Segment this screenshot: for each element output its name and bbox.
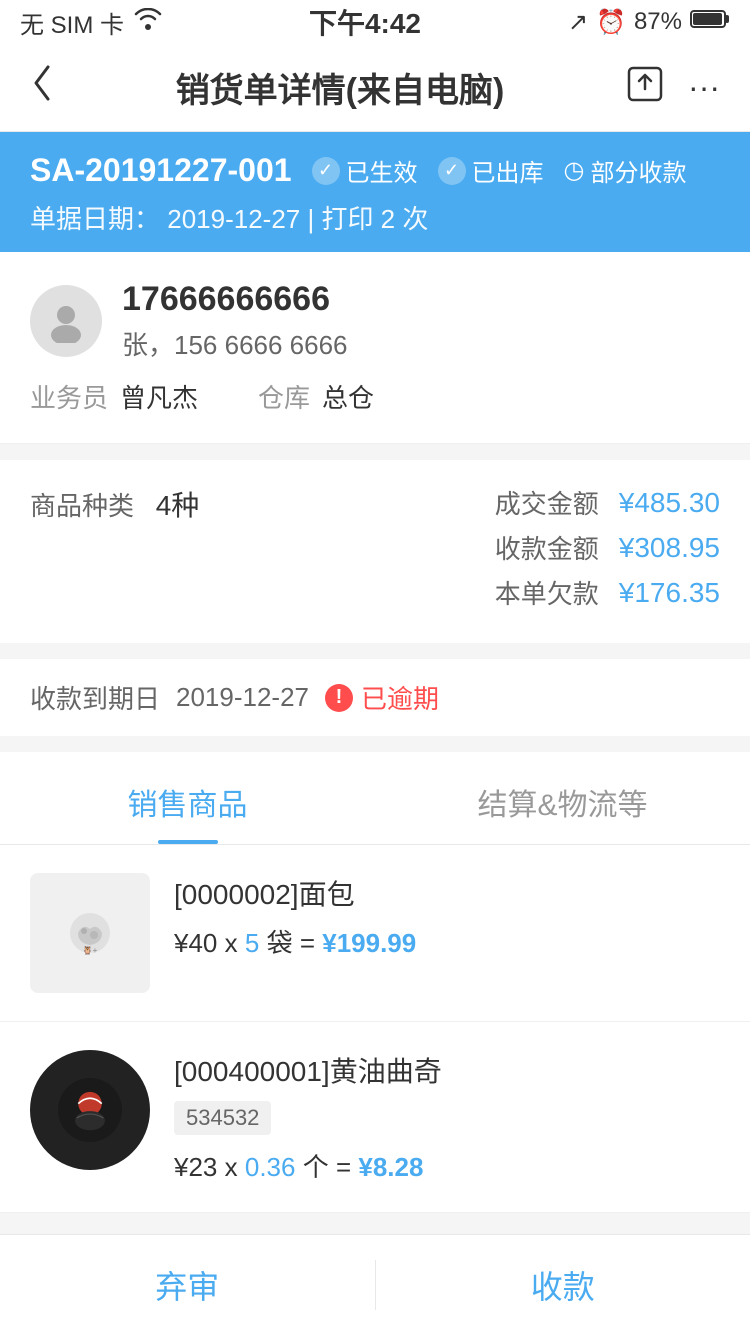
tab-sales-products[interactable]: 销售商品 [0, 752, 375, 844]
back-button[interactable] [30, 63, 54, 112]
stats-left: 商品种类 4种 [30, 484, 199, 524]
receive-amount-value: ¥308.95 [619, 532, 720, 564]
confirm-button[interactable]: 收款 [376, 1235, 750, 1334]
badge-partial: 部分收款 [564, 153, 687, 188]
trans-amount-row: 成交金额 ¥485.30 [495, 484, 720, 521]
list-item: 🦉+ [0000002]面包 ¥40 x 5 袋 = ¥199.99 [0, 845, 750, 1022]
receive-amount-row: 收款金额 ¥308.95 [495, 529, 720, 566]
order-header-banner: SA-20191227-001 已生效 已出库 部分收款 单据日期： 2019-… [0, 132, 750, 252]
product-price-2: ¥23 x 0.36 个 = ¥8.28 [174, 1147, 720, 1184]
nav-actions: ··· [626, 65, 720, 110]
customer-meta: 业务员 曾凡杰 仓库 总仓 [30, 378, 720, 415]
tab-settlement-label: 结算&物流等 [477, 789, 647, 822]
salesperson-item: 业务员 曾凡杰 [30, 378, 198, 415]
owed-amount-value: ¥176.35 [619, 577, 720, 609]
badge-effective: 已生效 [312, 153, 418, 188]
tabs-container: 销售商品 结算&物流等 [0, 752, 750, 845]
cancel-button[interactable]: 弃审 [0, 1235, 375, 1334]
customer-section: 17666666666 张，156 6666 6666 业务员 曾凡杰 仓库 总… [0, 252, 750, 444]
product-image-1: 🦉+ [30, 873, 150, 993]
owed-amount-row: 本单欠款 ¥176.35 [495, 574, 720, 611]
warehouse-value: 总仓 [322, 378, 374, 415]
product-list: 🦉+ [0000002]面包 ¥40 x 5 袋 = ¥199.99 [0, 845, 750, 1213]
status-bar: 无 SIM 卡 下午4:42 ↗ ⏰ 87% [0, 0, 750, 44]
doc-date-row: 单据日期： 2019-12-27 | 打印 2 次 [30, 199, 720, 236]
product-info-2: [000400001]黄油曲奇 534532 ¥23 x 0.36 个 = ¥8… [174, 1050, 720, 1184]
product-image-2 [30, 1050, 150, 1170]
status-time: 下午4:42 [309, 2, 421, 42]
trans-amount-value: ¥485.30 [619, 487, 720, 519]
overdue-badge: ! 已逾期 [325, 679, 439, 716]
warehouse-label: 仓库 [258, 378, 310, 415]
product-price-1: ¥40 x 5 袋 = ¥199.99 [174, 923, 720, 960]
tab-sales-label: 销售商品 [128, 789, 248, 822]
wifi-icon [134, 8, 162, 37]
customer-info: 17666666666 张，156 6666 6666 [122, 280, 348, 362]
product-name-1: [0000002]面包 [174, 873, 720, 913]
doc-date-label: 单据日期： [30, 204, 160, 234]
page-title: 销货单详情(来自电脑) [176, 63, 505, 112]
confirm-label: 收款 [531, 1262, 595, 1308]
due-date-value: 2019-12-27 [176, 682, 309, 713]
share-icon[interactable] [626, 65, 664, 110]
stats-section: 商品种类 4种 成交金额 ¥485.30 收款金额 ¥308.95 本单欠款 ¥… [0, 460, 750, 643]
due-date-section: 收款到期日 2019-12-27 ! 已逾期 [0, 659, 750, 736]
battery-icon [690, 8, 730, 37]
battery-level: 87% [634, 8, 682, 36]
receive-amount-label: 收款金额 [495, 529, 599, 566]
more-icon[interactable]: ··· [688, 69, 720, 106]
overdue-icon: ! [325, 684, 353, 712]
cancel-label: 弃审 [155, 1262, 219, 1308]
customer-row: 17666666666 张，156 6666 6666 [30, 280, 720, 362]
customer-name: 17666666666 [122, 280, 348, 319]
status-left: 无 SIM 卡 [20, 5, 162, 40]
category-label: 商品种类 [30, 491, 134, 521]
bottom-bar: 弃审 收款 [0, 1234, 750, 1334]
doc-date-value: 2019-12-27 [167, 204, 300, 234]
overdue-text: 已逾期 [361, 679, 439, 716]
print-info: | 打印 2 次 [307, 204, 428, 234]
product-info-1: [0000002]面包 ¥40 x 5 袋 = ¥199.99 [174, 873, 720, 960]
sim-status: 无 SIM 卡 [20, 5, 124, 40]
product-sku-2: 534532 [174, 1101, 271, 1135]
tab-settlement[interactable]: 结算&物流等 [375, 752, 750, 844]
due-date-label: 收款到期日 [30, 679, 160, 716]
trans-amount-label: 成交金额 [495, 484, 599, 521]
salesperson-value: 曾凡杰 [120, 378, 198, 415]
unit-price-1: ¥40 [174, 928, 217, 958]
avatar [30, 285, 102, 357]
unit-1: 袋 [267, 928, 293, 958]
order-id-row: SA-20191227-001 已生效 已出库 部分收款 [30, 152, 720, 189]
salesperson-label: 业务员 [30, 378, 108, 415]
product-name-2: [000400001]黄油曲奇 [174, 1050, 720, 1090]
unit-2: 个 [303, 1152, 329, 1182]
owed-amount-label: 本单欠款 [495, 574, 599, 611]
total-2: ¥8.28 [358, 1152, 423, 1182]
location-icon: ↗ [568, 8, 588, 37]
svg-text:🦉+: 🦉+ [83, 946, 98, 955]
total-1: ¥199.99 [322, 928, 416, 958]
list-item: [000400001]黄油曲奇 534532 ¥23 x 0.36 个 = ¥8… [0, 1022, 750, 1213]
alarm-icon: ⏰ [596, 8, 626, 37]
unit-price-2: ¥23 [174, 1152, 217, 1182]
status-right: ↗ ⏰ 87% [568, 8, 730, 37]
customer-sub: 张，156 6666 6666 [122, 325, 348, 362]
qty-2: 0.36 [245, 1152, 296, 1182]
stats-right: 成交金额 ¥485.30 收款金额 ¥308.95 本单欠款 ¥176.35 [495, 484, 720, 619]
badge-shipped: 已出库 [438, 153, 544, 188]
qty-1: 5 [245, 928, 259, 958]
nav-bar: 销货单详情(来自电脑) ··· [0, 44, 750, 132]
warehouse-item: 仓库 总仓 [258, 378, 374, 415]
category-count: 4种 [156, 490, 200, 521]
order-id-text: SA-20191227-001 [30, 152, 292, 189]
